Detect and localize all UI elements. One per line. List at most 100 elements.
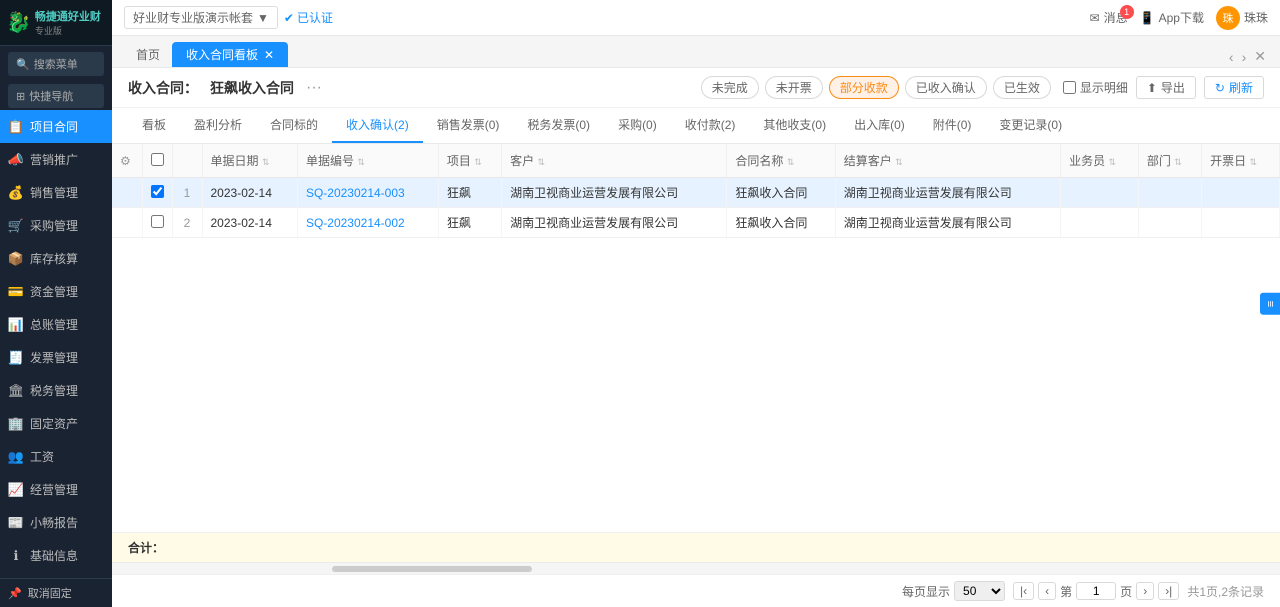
home-tab[interactable]: 首页 bbox=[124, 42, 172, 67]
th-customer[interactable]: 客户 ⇅ bbox=[502, 144, 727, 178]
tab-kanban[interactable]: 看板 bbox=[128, 108, 180, 143]
sort-customer-icon[interactable]: ⇅ bbox=[537, 157, 545, 167]
th-contract-name[interactable]: 合同名称 ⇅ bbox=[727, 144, 835, 178]
sort-department-icon[interactable]: ⇅ bbox=[1174, 157, 1182, 167]
th-salesman[interactable]: 业务员 ⇅ bbox=[1061, 144, 1139, 178]
sidebar-item-inventory[interactable]: 📦 库存核算 bbox=[0, 242, 112, 275]
tab-next-button[interactable]: › bbox=[1240, 47, 1249, 67]
avatar: 珠 bbox=[1216, 6, 1240, 30]
total-label: 合计： bbox=[128, 539, 164, 556]
active-tab[interactable]: 收入合同看板 ✕ bbox=[172, 42, 288, 67]
sidebar-item-label: 销售管理 bbox=[30, 184, 78, 201]
sort-salesman-icon[interactable]: ⇅ bbox=[1108, 157, 1116, 167]
sidebar-item-capital[interactable]: 💳 资金管理 bbox=[0, 275, 112, 308]
sidebar-item-tax[interactable]: 🏛 税务管理 bbox=[0, 374, 112, 407]
prev-page-button[interactable]: ‹ bbox=[1038, 582, 1056, 600]
sidebar-item-project-contract[interactable]: 📋 项目合同 bbox=[0, 110, 112, 143]
select-all-checkbox[interactable] bbox=[151, 153, 164, 166]
tab-attachment[interactable]: 附件(0) bbox=[919, 108, 986, 143]
cell-end-customer: 湖南卫视商业运营发展有限公司 bbox=[835, 178, 1060, 208]
export-button[interactable]: ⬆ 导出 bbox=[1136, 76, 1196, 99]
cell-checkbox[interactable] bbox=[142, 208, 172, 238]
number-link[interactable]: SQ-20230214-003 bbox=[306, 186, 405, 200]
sidebar-item-management[interactable]: 📈 经营管理 bbox=[0, 473, 112, 506]
table-row[interactable]: 2 2023-02-14 SQ-20230214-002 狂飙 湖南卫视商业运营… bbox=[112, 208, 1280, 238]
more-options-button[interactable]: ··· bbox=[306, 79, 322, 97]
user-avatar[interactable]: 珠 珠珠 bbox=[1216, 6, 1268, 30]
tab-profit-analysis[interactable]: 盈利分析 bbox=[180, 108, 256, 143]
row-checkbox[interactable] bbox=[151, 215, 164, 228]
sidebar-item-fixed-assets[interactable]: 🏢 固定资产 bbox=[0, 407, 112, 440]
tab-other-income[interactable]: 其他收支(0) bbox=[749, 108, 840, 143]
sidebar-item-sales[interactable]: 💰 销售管理 bbox=[0, 176, 112, 209]
per-page-select[interactable]: 50 20 100 bbox=[954, 581, 1005, 601]
sidebar-item-basic-info[interactable]: ℹ 基础信息 bbox=[0, 539, 112, 572]
next-page-button[interactable]: › bbox=[1136, 582, 1154, 600]
message-button[interactable]: ✉ 1 消息 bbox=[1090, 9, 1128, 26]
tab-sales-invoice[interactable]: 销售发票(0) bbox=[423, 108, 514, 143]
sidebar-item-purchase[interactable]: 🛒 采购管理 bbox=[0, 209, 112, 242]
cell-salesman bbox=[1061, 178, 1139, 208]
settings-icon[interactable]: ⚙ bbox=[120, 154, 131, 168]
th-number[interactable]: 单据编号 ⇅ bbox=[297, 144, 438, 178]
tab-contract-subject[interactable]: 合同标的 bbox=[256, 108, 332, 143]
last-page-button[interactable]: ›| bbox=[1158, 582, 1179, 600]
tab-tax-invoice[interactable]: 税务发票(0) bbox=[513, 108, 604, 143]
scrollbar-thumb[interactable] bbox=[332, 566, 532, 572]
user-initial: 珠 bbox=[1222, 10, 1233, 26]
cell-number[interactable]: SQ-20230214-003 bbox=[297, 178, 438, 208]
status-partial-payment[interactable]: 部分收款 bbox=[829, 76, 899, 99]
cancel-fixed-button[interactable]: 📌 取消固定 bbox=[0, 579, 112, 607]
page-input[interactable] bbox=[1076, 582, 1116, 600]
sidebar-item-marketing[interactable]: 📣 营销推广 bbox=[0, 143, 112, 176]
sort-project-icon[interactable]: ⇅ bbox=[474, 157, 482, 167]
th-date[interactable]: 单据日期 ⇅ bbox=[202, 144, 297, 178]
sort-contract-name-icon[interactable]: ⇅ bbox=[787, 157, 795, 167]
row-checkbox[interactable] bbox=[151, 185, 164, 198]
inventory-icon: 📦 bbox=[8, 251, 24, 267]
status-uninvoiced[interactable]: 未开票 bbox=[765, 76, 823, 99]
table-row[interactable]: 1 2023-02-14 SQ-20230214-003 狂飙 湖南卫视商业运营… bbox=[112, 178, 1280, 208]
tab-purchase[interactable]: 采购(0) bbox=[604, 108, 671, 143]
sort-open-date-icon[interactable]: ⇅ bbox=[1249, 157, 1257, 167]
th-department[interactable]: 部门 ⇅ bbox=[1138, 144, 1201, 178]
status-effective[interactable]: 已生效 bbox=[993, 76, 1051, 99]
search-menu-button[interactable]: 🔍 搜索菜单 bbox=[8, 52, 104, 76]
status-confirmed[interactable]: 已收入确认 bbox=[905, 76, 987, 99]
tab-prev-button[interactable]: ‹ bbox=[1227, 47, 1236, 67]
refresh-button[interactable]: ↻ 刷新 bbox=[1204, 76, 1264, 99]
status-incomplete[interactable]: 未完成 bbox=[701, 76, 759, 99]
tab-payment[interactable]: 收付款(2) bbox=[671, 108, 750, 143]
home-label: 首页 bbox=[136, 48, 160, 62]
company-dropdown[interactable]: 好业财专业版演示帐套 ▼ bbox=[124, 6, 278, 29]
sidebar-item-hr[interactable]: 👥 工资 bbox=[0, 440, 112, 473]
th-end-customer[interactable]: 结算客户 ⇅ bbox=[835, 144, 1060, 178]
sort-number-icon[interactable]: ⇅ bbox=[357, 157, 365, 167]
toolbar-actions: 显示明细 ⬆ 导出 ↻ 刷新 bbox=[1063, 76, 1264, 99]
accounting-icon: 📊 bbox=[8, 317, 24, 333]
cell-number[interactable]: SQ-20230214-002 bbox=[297, 208, 438, 238]
th-project[interactable]: 项目 ⇅ bbox=[438, 144, 501, 178]
tab-close-all-button[interactable]: ✕ bbox=[1252, 46, 1268, 67]
quick-nav-button[interactable]: ⊞ 快捷导航 bbox=[8, 84, 104, 108]
sidebar-item-reports[interactable]: 📰 小畅报告 bbox=[0, 506, 112, 539]
tab-close-button[interactable]: ✕ bbox=[264, 48, 274, 62]
right-panel-toggle[interactable]: ≡ bbox=[1260, 292, 1280, 314]
th-open-date[interactable]: 开票日 ⇅ bbox=[1202, 144, 1280, 178]
tab-revenue-confirmation[interactable]: 收入确认(2) bbox=[332, 108, 423, 143]
sort-date-icon[interactable]: ⇅ bbox=[262, 157, 270, 167]
tab-in-out-storage[interactable]: 出入库(0) bbox=[840, 108, 919, 143]
tab-change-log[interactable]: 变更记录(0) bbox=[985, 108, 1076, 143]
number-link[interactable]: SQ-20230214-002 bbox=[306, 216, 405, 230]
display-toggle[interactable]: 显示明细 bbox=[1063, 79, 1128, 96]
first-page-button[interactable]: |‹ bbox=[1013, 582, 1034, 600]
search-icon: 🔍 bbox=[16, 58, 30, 71]
sort-end-customer-icon[interactable]: ⇅ bbox=[895, 157, 903, 167]
cell-checkbox[interactable] bbox=[142, 178, 172, 208]
horizontal-scrollbar[interactable] bbox=[112, 562, 1280, 574]
sidebar-item-label: 资金管理 bbox=[30, 283, 78, 300]
sidebar-item-accounting[interactable]: 📊 总账管理 bbox=[0, 308, 112, 341]
display-toggle-checkbox[interactable] bbox=[1063, 81, 1076, 94]
app-download-button[interactable]: 📱 App下载 bbox=[1140, 9, 1204, 26]
sidebar-item-invoice[interactable]: 🧾 发票管理 bbox=[0, 341, 112, 374]
